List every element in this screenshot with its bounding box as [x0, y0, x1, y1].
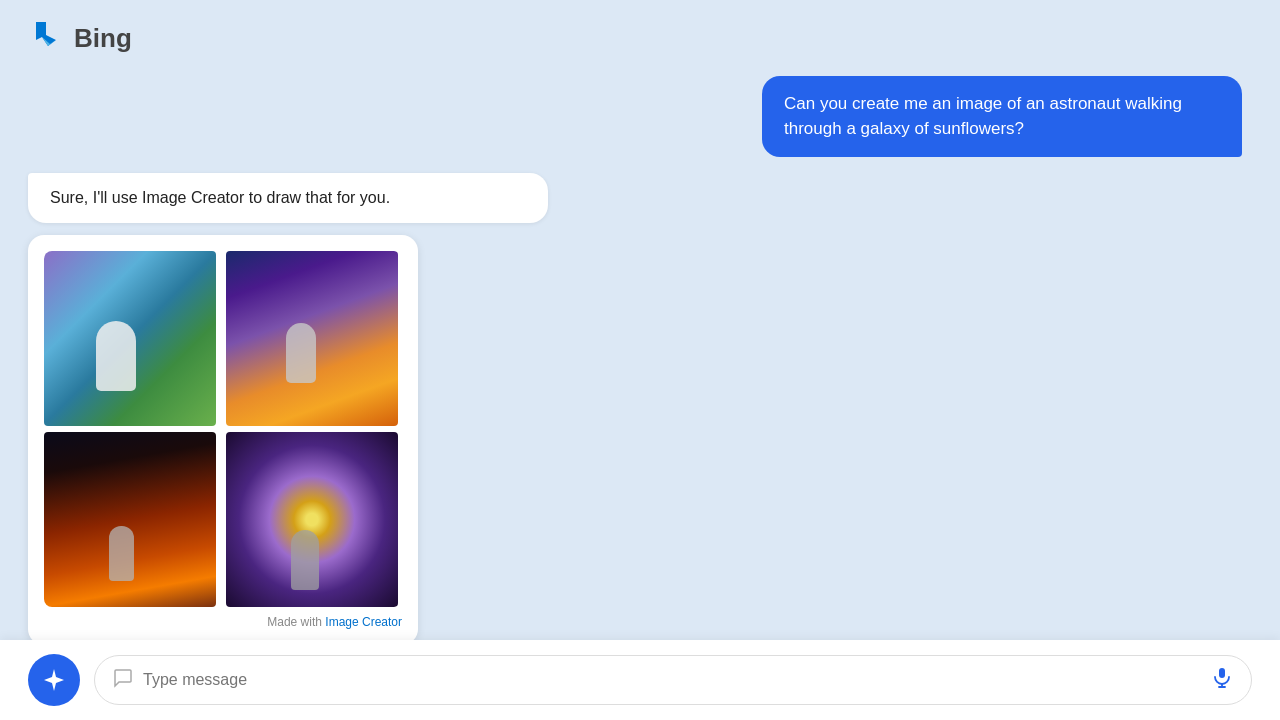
bing-logo-text: Bing: [74, 23, 132, 54]
generated-image-4[interactable]: [226, 432, 398, 607]
mic-icon[interactable]: [1211, 666, 1233, 694]
message-input[interactable]: [143, 671, 1201, 689]
input-bar: [0, 640, 1280, 720]
chat-bubble-icon: [113, 668, 133, 693]
bot-message-container: Sure, I'll use Image Creator to draw tha…: [28, 173, 1252, 694]
image-grid-card: Made with Image Creator: [28, 235, 418, 645]
chat-area: Can you create me an image of an astrona…: [0, 76, 1280, 694]
image-grid: [44, 251, 402, 607]
input-field-container: [94, 655, 1252, 705]
svg-rect-0: [1219, 668, 1225, 678]
bing-logo-icon: [28, 18, 64, 58]
generated-image-2[interactable]: [226, 251, 398, 426]
magic-button[interactable]: [28, 654, 80, 706]
bing-logo: Bing: [28, 18, 132, 58]
bot-text-bubble: Sure, I'll use Image Creator to draw tha…: [28, 173, 548, 223]
user-message-container: Can you create me an image of an astrona…: [28, 76, 1252, 157]
user-message: Can you create me an image of an astrona…: [762, 76, 1242, 157]
image-creator-link[interactable]: Image Creator: [325, 615, 402, 629]
image-credit: Made with Image Creator: [44, 615, 402, 629]
generated-image-3[interactable]: [44, 432, 216, 607]
generated-image-1[interactable]: [44, 251, 216, 426]
header: Bing: [0, 0, 1280, 76]
